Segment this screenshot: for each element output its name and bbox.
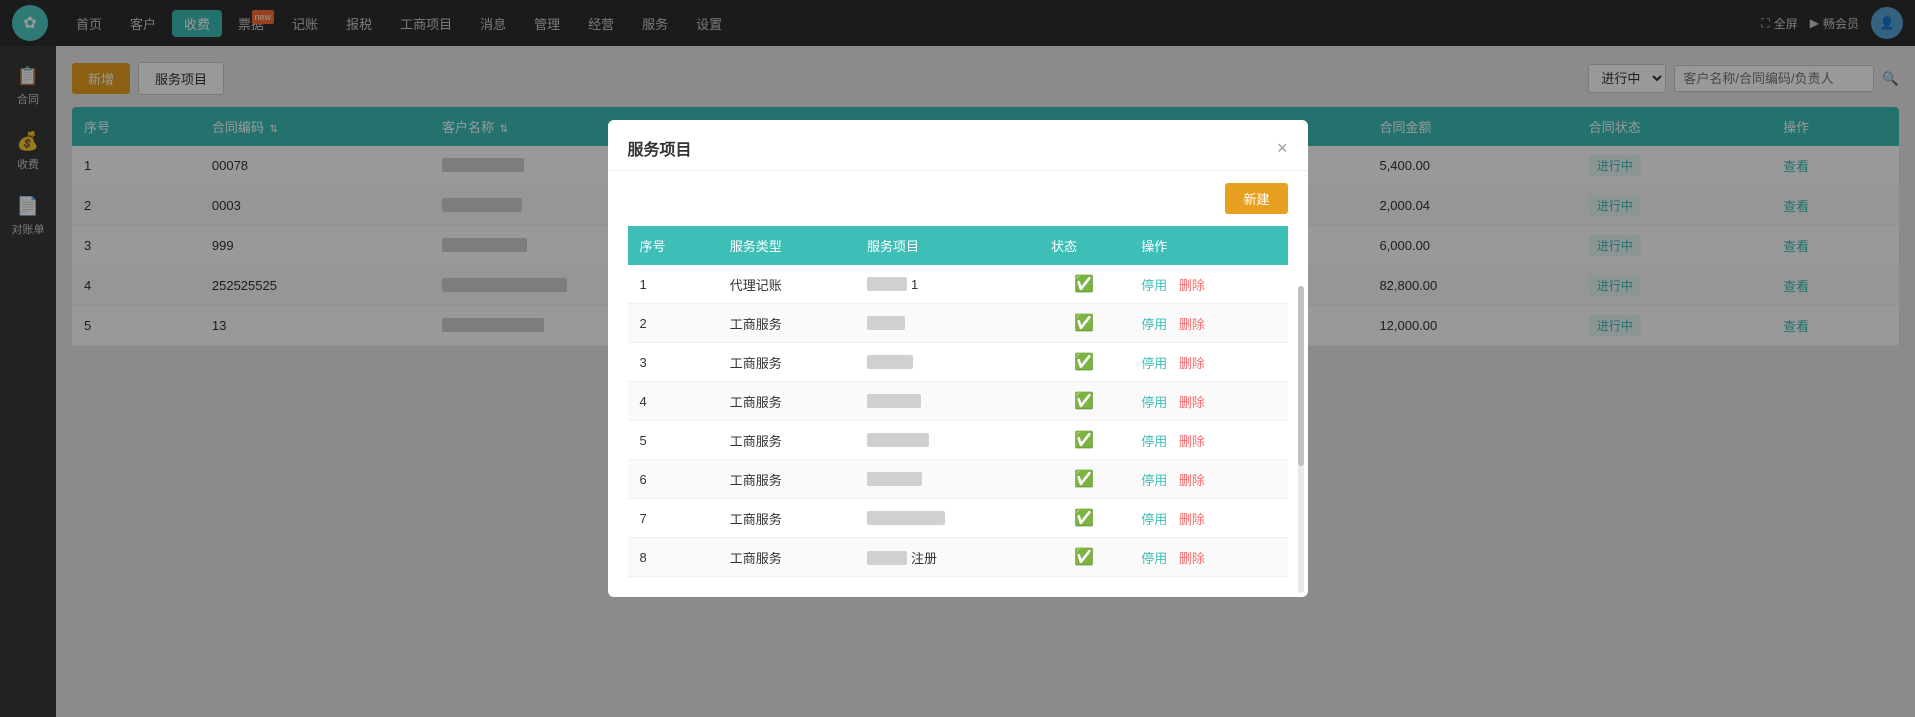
- modal-cell-item: [855, 382, 1039, 421]
- modal-cell-seq: 4: [628, 382, 718, 421]
- modal-cell-item: [855, 421, 1039, 460]
- delete-button[interactable]: 删除: [1179, 434, 1205, 449]
- delete-button[interactable]: 删除: [1179, 551, 1205, 566]
- service-items-modal: 服务项目 × 新建 序号 服务类型 服务项目 状态 操作 1 代理记账: [608, 120, 1308, 597]
- modal-cell-seq: 8: [628, 538, 718, 577]
- modal-cell-action[interactable]: 停用 删除: [1129, 265, 1287, 304]
- modal-cell-type: 工商服务: [718, 460, 855, 499]
- modal-cell-status: ✅: [1039, 538, 1129, 577]
- modal-cell-action[interactable]: 停用 删除: [1129, 421, 1287, 460]
- stop-button[interactable]: 停用: [1141, 278, 1167, 293]
- status-check-icon: ✅: [1074, 315, 1094, 332]
- modal-table-row: 7 工商服务 ✅ 停用 删除: [628, 499, 1288, 538]
- modal-cell-action[interactable]: 停用 删除: [1129, 304, 1287, 343]
- modal-cell-type: 工商服务: [718, 538, 855, 577]
- scrollbar-track: [1298, 286, 1304, 593]
- status-check-icon: ✅: [1074, 354, 1094, 371]
- delete-button[interactable]: 删除: [1179, 395, 1205, 410]
- modal-cell-type: 工商服务: [718, 421, 855, 460]
- stop-button[interactable]: 停用: [1141, 395, 1167, 410]
- modal-table-row: 4 工商服务 ✅ 停用 删除: [628, 382, 1288, 421]
- modal-cell-type: 工商服务: [718, 499, 855, 538]
- modal-cell-seq: 7: [628, 499, 718, 538]
- modal-table-row: 3 工商服务 ✅ 停用 删除: [628, 343, 1288, 382]
- modal-header-row: 序号 服务类型 服务项目 状态 操作: [628, 226, 1288, 265]
- modal-overlay[interactable]: 服务项目 × 新建 序号 服务类型 服务项目 状态 操作 1 代理记账: [0, 0, 1915, 717]
- scrollbar-thumb[interactable]: [1298, 286, 1304, 466]
- modal-table-container: 序号 服务类型 服务项目 状态 操作 1 代理记账 1 ✅ 停用 删除 2 工商…: [608, 226, 1308, 597]
- modal-col-seq: 序号: [628, 226, 718, 265]
- modal-cell-type: 工商服务: [718, 343, 855, 382]
- stop-button[interactable]: 停用: [1141, 434, 1167, 449]
- modal-cell-item: [855, 460, 1039, 499]
- modal-table: 序号 服务类型 服务项目 状态 操作 1 代理记账 1 ✅ 停用 删除 2 工商…: [628, 226, 1288, 577]
- modal-cell-action[interactable]: 停用 删除: [1129, 460, 1287, 499]
- status-check-icon: ✅: [1074, 471, 1094, 488]
- status-check-icon: ✅: [1074, 510, 1094, 527]
- status-check-icon: ✅: [1074, 549, 1094, 566]
- stop-button[interactable]: 停用: [1141, 356, 1167, 371]
- status-check-icon: ✅: [1074, 276, 1094, 293]
- modal-cell-action[interactable]: 停用 删除: [1129, 382, 1287, 421]
- stop-button[interactable]: 停用: [1141, 317, 1167, 332]
- stop-button[interactable]: 停用: [1141, 473, 1167, 488]
- modal-cell-item: [855, 499, 1039, 538]
- delete-button[interactable]: 删除: [1179, 278, 1205, 293]
- modal-col-status: 状态: [1039, 226, 1129, 265]
- modal-cell-item: 1: [855, 265, 1039, 304]
- modal-cell-status: ✅: [1039, 304, 1129, 343]
- modal-new-button[interactable]: 新建: [1225, 183, 1287, 214]
- modal-toolbar: 新建: [608, 171, 1308, 226]
- modal-cell-action[interactable]: 停用 删除: [1129, 343, 1287, 382]
- modal-title: 服务项目: [628, 136, 692, 160]
- modal-col-action: 操作: [1129, 226, 1287, 265]
- modal-cell-item: [855, 343, 1039, 382]
- modal-table-row: 5 工商服务 ✅ 停用 删除: [628, 421, 1288, 460]
- modal-table-row: 2 工商服务 ✅ 停用 删除: [628, 304, 1288, 343]
- delete-button[interactable]: 删除: [1179, 512, 1205, 527]
- modal-table-row: 1 代理记账 1 ✅ 停用 删除: [628, 265, 1288, 304]
- modal-table-row: 8 工商服务 注册 ✅ 停用 删除: [628, 538, 1288, 577]
- modal-cell-status: ✅: [1039, 382, 1129, 421]
- modal-cell-type: 工商服务: [718, 382, 855, 421]
- modal-header: 服务项目 ×: [608, 120, 1308, 171]
- modal-col-item: 服务项目: [855, 226, 1039, 265]
- delete-button[interactable]: 删除: [1179, 473, 1205, 488]
- modal-cell-action[interactable]: 停用 删除: [1129, 499, 1287, 538]
- modal-table-row: 6 工商服务 ✅ 停用 删除: [628, 460, 1288, 499]
- modal-close-button[interactable]: ×: [1277, 138, 1288, 159]
- status-check-icon: ✅: [1074, 432, 1094, 449]
- modal-cell-seq: 1: [628, 265, 718, 304]
- modal-cell-seq: 6: [628, 460, 718, 499]
- delete-button[interactable]: 删除: [1179, 317, 1205, 332]
- modal-cell-status: ✅: [1039, 343, 1129, 382]
- modal-cell-item: 注册: [855, 538, 1039, 577]
- modal-cell-action[interactable]: 停用 删除: [1129, 538, 1287, 577]
- modal-cell-seq: 3: [628, 343, 718, 382]
- modal-cell-type: 代理记账: [718, 265, 855, 304]
- modal-cell-status: ✅: [1039, 460, 1129, 499]
- modal-cell-seq: 2: [628, 304, 718, 343]
- modal-col-type: 服务类型: [718, 226, 855, 265]
- modal-cell-status: ✅: [1039, 265, 1129, 304]
- modal-tbody: 1 代理记账 1 ✅ 停用 删除 2 工商服务 ✅ 停用 删除 3 工商服务 ✅…: [628, 265, 1288, 577]
- modal-cell-type: 工商服务: [718, 304, 855, 343]
- stop-button[interactable]: 停用: [1141, 551, 1167, 566]
- modal-cell-status: ✅: [1039, 499, 1129, 538]
- delete-button[interactable]: 删除: [1179, 356, 1205, 371]
- stop-button[interactable]: 停用: [1141, 512, 1167, 527]
- modal-cell-status: ✅: [1039, 421, 1129, 460]
- modal-cell-seq: 5: [628, 421, 718, 460]
- modal-cell-item: [855, 304, 1039, 343]
- status-check-icon: ✅: [1074, 393, 1094, 410]
